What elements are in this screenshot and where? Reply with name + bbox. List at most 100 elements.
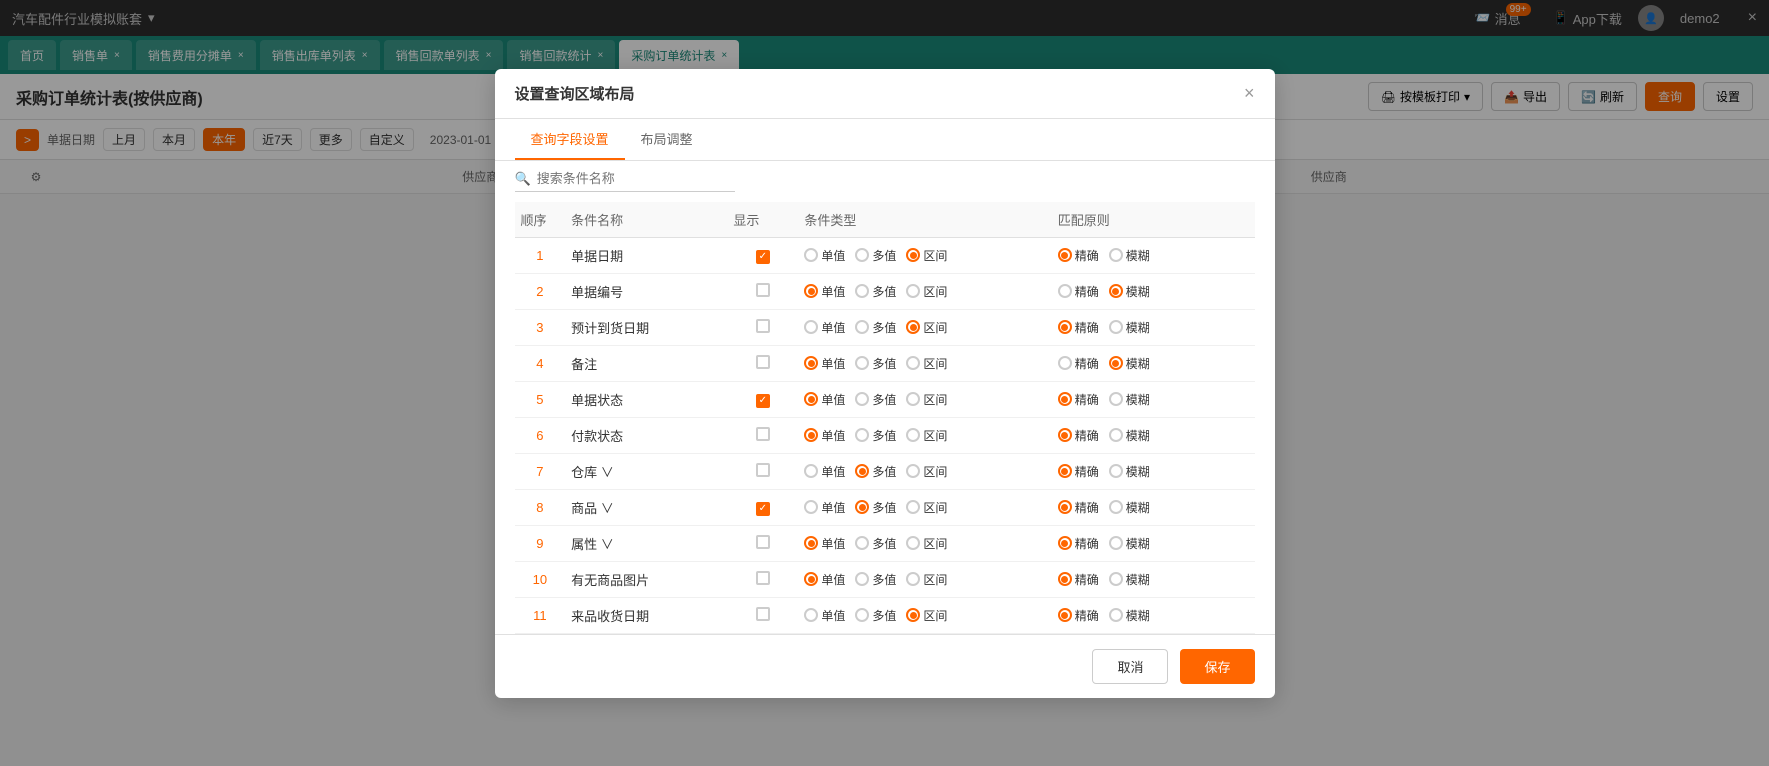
row-show[interactable] (727, 381, 798, 417)
match-radio-模糊[interactable]: 模糊 (1109, 391, 1150, 408)
type-radio-单值[interactable]: 单值 (804, 427, 845, 444)
show-checkbox[interactable] (756, 502, 770, 516)
row-show[interactable] (727, 237, 798, 273)
match-radio-模糊[interactable]: 模糊 (1109, 427, 1150, 444)
type-radio-单值[interactable]: 单值 (804, 247, 845, 264)
type-radio-区间[interactable]: 区间 (906, 247, 947, 264)
row-name: 商品 ∨ (565, 489, 727, 525)
match-radio-模糊[interactable]: 模糊 (1109, 355, 1150, 372)
match-radio-精确[interactable]: 精确 (1058, 391, 1099, 408)
match-radio-精确[interactable]: 精确 (1058, 283, 1099, 300)
show-checkbox[interactable] (756, 355, 770, 369)
match-radio-精确[interactable]: 精确 (1058, 427, 1099, 444)
show-checkbox[interactable] (756, 427, 770, 441)
match-radio-模糊[interactable]: 模糊 (1109, 571, 1150, 588)
row-show[interactable] (727, 309, 798, 345)
type-radio-单值[interactable]: 单值 (804, 463, 845, 480)
type-radio-单值[interactable]: 单值 (804, 283, 845, 300)
type-radio-多值[interactable]: 多值 (855, 499, 896, 516)
radio-circle (1058, 536, 1072, 550)
row-show[interactable] (727, 597, 798, 633)
type-radio-多值[interactable]: 多值 (855, 355, 896, 372)
type-radio-单值[interactable]: 单值 (804, 535, 845, 552)
type-radio-多值[interactable]: 多值 (855, 463, 896, 480)
radio-circle (1109, 608, 1123, 622)
cancel-btn[interactable]: 取消 (1092, 649, 1168, 684)
row-show[interactable] (727, 525, 798, 561)
type-radio-区间[interactable]: 区间 (906, 319, 947, 336)
show-checkbox[interactable] (756, 571, 770, 585)
modal-tab-layout[interactable]: 布局调整 (625, 119, 709, 160)
type-radio-单值[interactable]: 单值 (804, 571, 845, 588)
show-checkbox[interactable] (756, 319, 770, 333)
match-radio-模糊[interactable]: 模糊 (1109, 463, 1150, 480)
type-radio-单值[interactable]: 单值 (804, 355, 845, 372)
match-radio-精确[interactable]: 精确 (1058, 535, 1099, 552)
row-name: 来品收货日期 (565, 597, 727, 633)
type-radio-区间[interactable]: 区间 (906, 535, 947, 552)
radio-circle (906, 536, 920, 550)
search-input[interactable] (537, 171, 727, 186)
radio-circle (804, 500, 818, 514)
type-radio-多值[interactable]: 多值 (855, 607, 896, 624)
row-show[interactable] (727, 561, 798, 597)
type-radio-区间[interactable]: 区间 (906, 391, 947, 408)
table-row: 6付款状态单值多值区间精确模糊 (515, 417, 1255, 453)
match-radio-模糊[interactable]: 模糊 (1109, 499, 1150, 516)
modal-tab-fields[interactable]: 查询字段设置 (515, 119, 625, 160)
show-checkbox[interactable] (756, 463, 770, 477)
radio-circle (906, 392, 920, 406)
radio-circle (1058, 428, 1072, 442)
type-radio-单值[interactable]: 单值 (804, 391, 845, 408)
row-show[interactable] (727, 489, 798, 525)
modal-close-btn[interactable]: × (1244, 83, 1255, 104)
match-radio-精确[interactable]: 精确 (1058, 571, 1099, 588)
match-radio-模糊[interactable]: 模糊 (1109, 283, 1150, 300)
type-radio-多值[interactable]: 多值 (855, 319, 896, 336)
table-row: 7仓库 ∨单值多值区间精确模糊 (515, 453, 1255, 489)
row-show[interactable] (727, 345, 798, 381)
type-radio-区间[interactable]: 区间 (906, 355, 947, 372)
type-radio-区间[interactable]: 区间 (906, 283, 947, 300)
type-radio-区间[interactable]: 区间 (906, 571, 947, 588)
row-type: 单值多值区间 (798, 309, 1051, 345)
match-radio-精确[interactable]: 精确 (1058, 463, 1099, 480)
type-radio-单值[interactable]: 单值 (804, 319, 845, 336)
show-checkbox[interactable] (756, 607, 770, 621)
show-checkbox[interactable] (756, 394, 770, 408)
type-radio-区间[interactable]: 区间 (906, 463, 947, 480)
radio-circle (804, 572, 818, 586)
type-radio-多值[interactable]: 多值 (855, 247, 896, 264)
match-radio-精确[interactable]: 精确 (1058, 607, 1099, 624)
type-radio-区间[interactable]: 区间 (906, 499, 947, 516)
type-radio-区间[interactable]: 区间 (906, 427, 947, 444)
match-radio-精确[interactable]: 精确 (1058, 499, 1099, 516)
save-btn[interactable]: 保存 (1180, 649, 1254, 684)
row-name: 备注 (565, 345, 727, 381)
type-radio-区间[interactable]: 区间 (906, 607, 947, 624)
radio-circle (804, 428, 818, 442)
show-checkbox[interactable] (756, 283, 770, 297)
type-radio-多值[interactable]: 多值 (855, 571, 896, 588)
match-radio-模糊[interactable]: 模糊 (1109, 535, 1150, 552)
type-radio-多值[interactable]: 多值 (855, 427, 896, 444)
match-radio-精确[interactable]: 精确 (1058, 355, 1099, 372)
row-show[interactable] (727, 453, 798, 489)
type-radio-多值[interactable]: 多值 (855, 535, 896, 552)
match-radio-模糊[interactable]: 模糊 (1109, 607, 1150, 624)
row-show[interactable] (727, 273, 798, 309)
show-checkbox[interactable] (756, 535, 770, 549)
type-radio-单值[interactable]: 单值 (804, 499, 845, 516)
match-radio-模糊[interactable]: 模糊 (1109, 319, 1150, 336)
type-radio-多值[interactable]: 多值 (855, 283, 896, 300)
match-radio-模糊[interactable]: 模糊 (1109, 247, 1150, 264)
radio-circle (1058, 356, 1072, 370)
type-radio-多值[interactable]: 多值 (855, 391, 896, 408)
match-radio-精确[interactable]: 精确 (1058, 319, 1099, 336)
show-checkbox[interactable] (756, 250, 770, 264)
type-radio-单值[interactable]: 单值 (804, 607, 845, 624)
th-name: 条件名称 (565, 202, 727, 238)
match-radio-精确[interactable]: 精确 (1058, 247, 1099, 264)
table-row: 1单据日期单值多值区间精确模糊 (515, 237, 1255, 273)
row-show[interactable] (727, 417, 798, 453)
